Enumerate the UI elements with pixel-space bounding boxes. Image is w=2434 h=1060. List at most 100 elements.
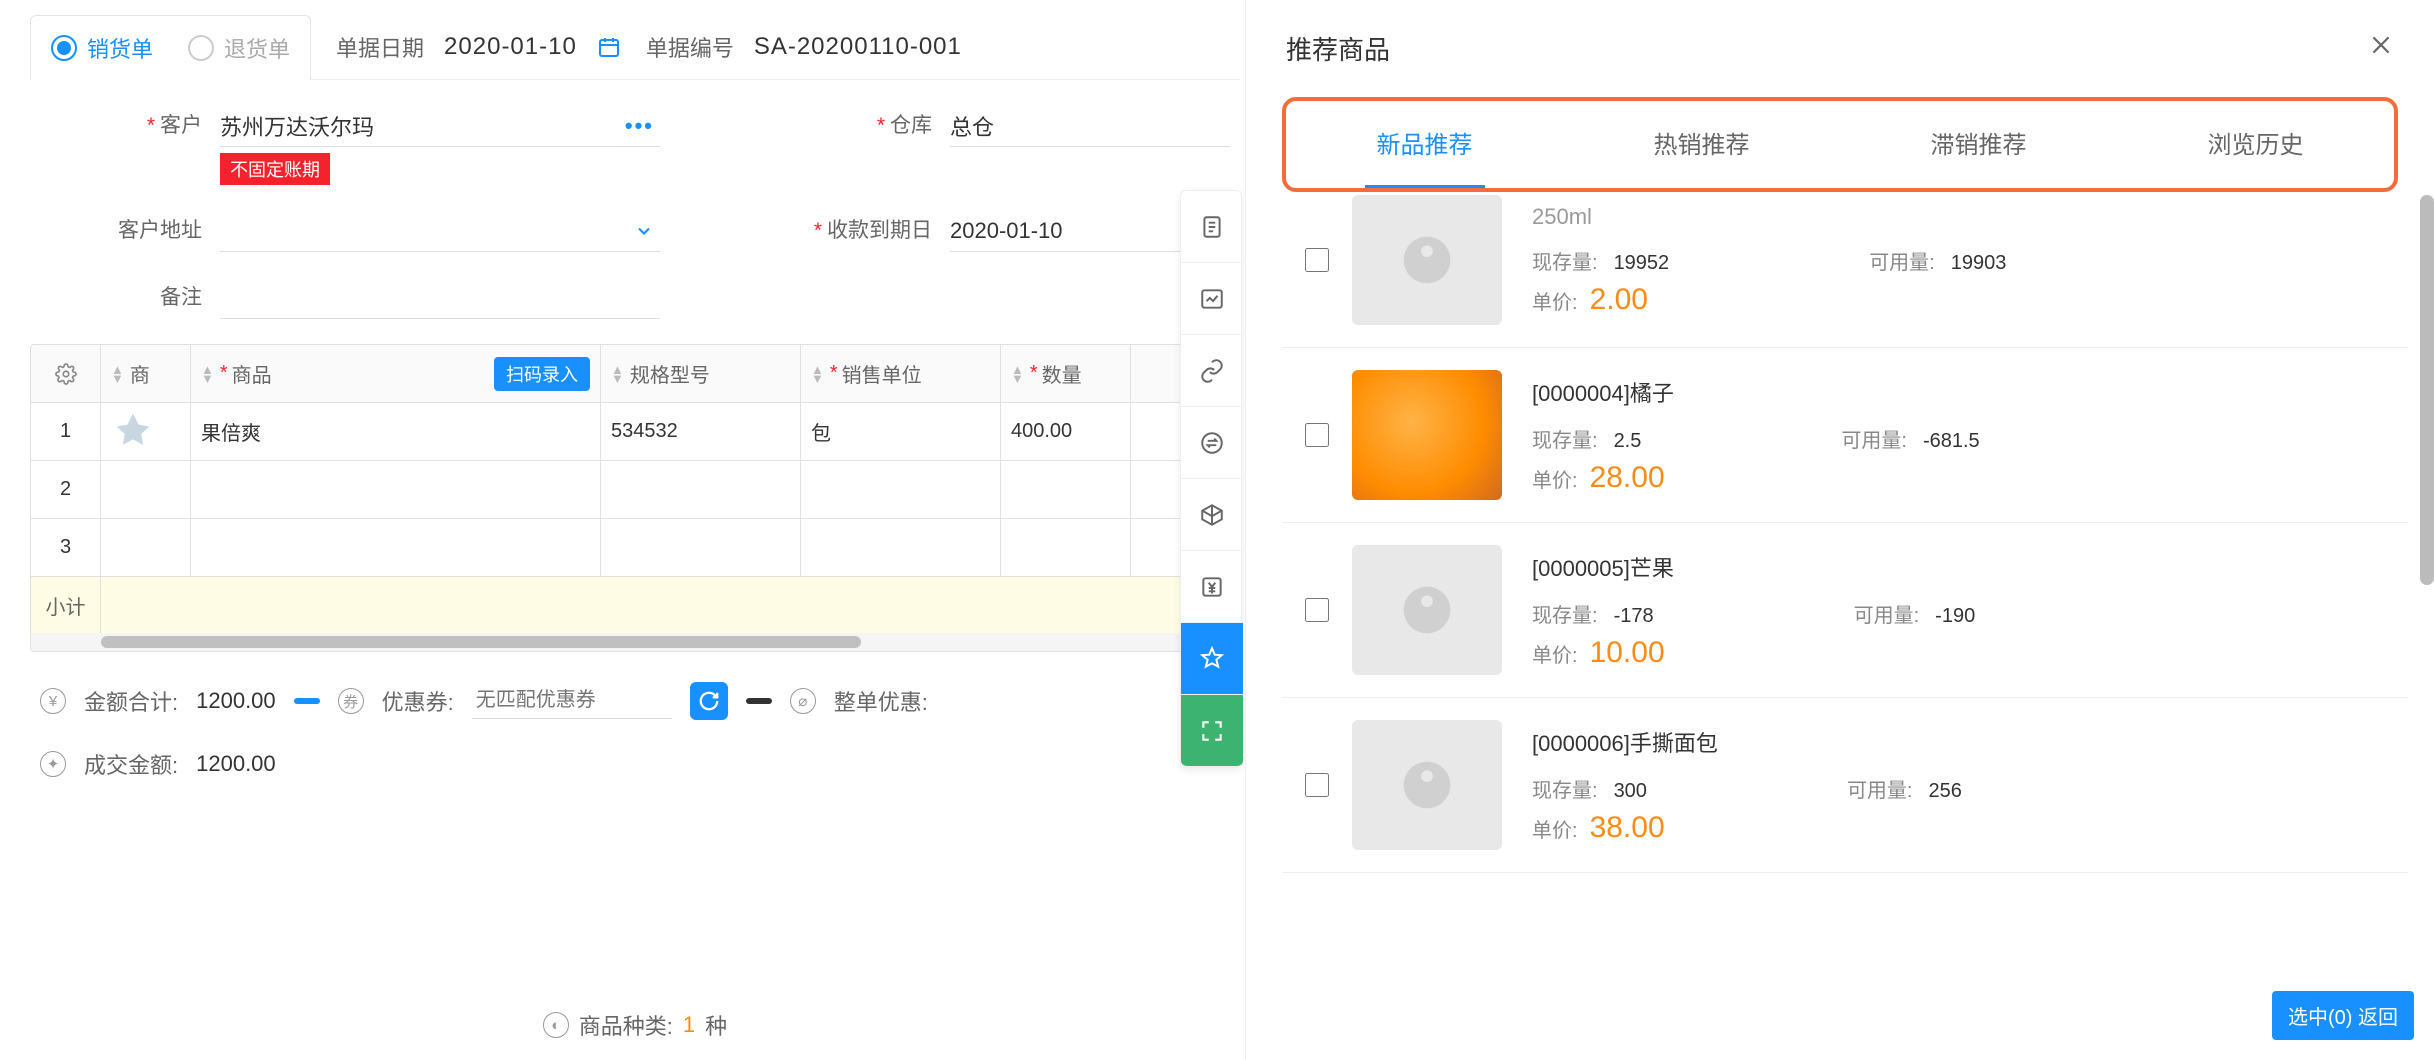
recommend-tabs-highlight: 新品推荐 热销推荐 滞销推荐 浏览历史 <box>1282 97 2398 192</box>
customer-field[interactable]: 苏州万达沃尔玛 ••• <box>220 105 660 147</box>
sum-label: 金额合计: <box>84 685 178 717</box>
exchange-icon <box>1199 430 1225 456</box>
tab-label: 退货单 <box>224 32 290 64</box>
selected-return-button[interactable]: 选中(0) 返回 <box>2272 991 2414 1040</box>
rail-expand-button[interactable] <box>1181 695 1243 767</box>
doc-no-meta: 单据编号 SA-20200110-001 <box>646 31 962 63</box>
vertical-scrollbar[interactable] <box>2420 195 2434 585</box>
row-index: 2 <box>31 461 101 518</box>
recommend-tabs: 新品推荐 热销推荐 滞销推荐 浏览历史 <box>1286 107 2394 182</box>
avail-label: 可用量: <box>1847 780 1913 802</box>
ellipsis-icon[interactable]: ••• <box>625 113 654 139</box>
col-qty[interactable]: ▲▼*数量 <box>1001 345 1131 402</box>
col-image[interactable]: ▲▼商 <box>101 345 191 402</box>
list-item[interactable]: [0000006]手撕面包 现存量:300 可用量:256 单价:38.00 <box>1282 698 2408 873</box>
close-button[interactable] <box>2368 32 2394 66</box>
row-spec[interactable] <box>601 461 801 518</box>
header-row: 销货单 退货单 单据日期 2020-01-10 单据编号 SA-20200110… <box>30 15 1240 80</box>
rail-box-button[interactable] <box>1181 479 1243 551</box>
bottom-summary: ◐ 商品种类: 1 种 <box>30 995 1240 1055</box>
notes-icon <box>1199 214 1225 240</box>
deal-icon: ✦ <box>40 751 66 777</box>
item-checkbox[interactable] <box>1305 423 1329 447</box>
recommend-list[interactable]: 250ml 现存量:19952 可用量:19903 单价:2.00 [00000… <box>1282 195 2408 1020</box>
row-product[interactable]: 果倍爽 <box>191 403 601 460</box>
price-label: 单价: <box>1532 470 1578 492</box>
placeholder-icon <box>1392 575 1462 645</box>
rail-star-button[interactable] <box>1181 623 1243 695</box>
rail-notes-button[interactable] <box>1181 191 1243 263</box>
item-name: [0000005]芒果 <box>1532 551 2408 583</box>
sort-icon: ▲▼ <box>811 365 824 383</box>
coupon-input[interactable] <box>472 683 672 719</box>
list-item[interactable]: [0000005]芒果 现存量:-178 可用量:-190 单价:10.00 <box>1282 523 2408 698</box>
item-name: [0000006]手撕面包 <box>1532 726 2408 758</box>
row-qty[interactable]: 400.00 <box>1001 403 1131 460</box>
placeholder-icon <box>1392 225 1462 295</box>
table-row[interactable]: 3 <box>31 519 1239 577</box>
list-item[interactable]: [0000004]橘子 现存量:2.5 可用量:-681.5 单价:28.00 <box>1282 348 2408 523</box>
horizontal-scrollbar[interactable] <box>31 633 1239 651</box>
col-spec[interactable]: ▲▼规格型号 <box>601 345 801 402</box>
table-row[interactable]: 2 <box>31 461 1239 519</box>
price-label: 单价: <box>1532 645 1578 667</box>
row-unit[interactable] <box>801 519 1001 576</box>
row-qty[interactable] <box>1001 461 1131 518</box>
row-unit[interactable]: 包 <box>801 403 1001 460</box>
refresh-coupon-button[interactable] <box>690 682 728 720</box>
row-product[interactable] <box>191 461 601 518</box>
col-product[interactable]: ▲▼*商品 扫码录入 <box>191 345 601 402</box>
address-field[interactable] <box>220 210 660 252</box>
customer-label: *客户 <box>50 105 220 147</box>
avail-label: 可用量: <box>1869 252 1935 274</box>
col-unit[interactable]: ▲▼*销售单位 <box>801 345 1001 402</box>
tab-return-order[interactable]: 退货单 <box>188 32 290 64</box>
row-image[interactable] <box>101 461 191 518</box>
subtotal-row: 小计 <box>31 577 1239 633</box>
rail-chart-button[interactable] <box>1181 263 1243 335</box>
row-unit[interactable] <box>801 461 1001 518</box>
item-thumb <box>1352 370 1502 500</box>
form-area: *客户 苏州万达沃尔玛 ••• 不固定账期 *仓库 总仓 客户地址 *收款到期日… <box>30 80 1240 319</box>
item-checkbox[interactable] <box>1305 248 1329 272</box>
item-checkbox[interactable] <box>1305 773 1329 797</box>
tab-browse-history[interactable]: 浏览历史 <box>2117 107 2394 182</box>
coupon-icon: 券 <box>338 688 364 714</box>
list-item[interactable]: 250ml 现存量:19952 可用量:19903 单价:2.00 <box>1282 195 2408 348</box>
remark-field[interactable] <box>220 277 660 319</box>
price-value: 38.00 <box>1590 811 1665 844</box>
row-image[interactable] <box>101 403 191 460</box>
panel-header: 推荐商品 <box>1246 0 2434 87</box>
doc-date-value[interactable]: 2020-01-10 <box>444 33 577 61</box>
item-name: [0000004]橘子 <box>1532 376 2408 408</box>
whole-disc-label: 整单优惠: <box>834 685 928 717</box>
row-image[interactable] <box>101 519 191 576</box>
item-checkbox[interactable] <box>1305 598 1329 622</box>
col-settings[interactable] <box>31 345 101 402</box>
scan-input-button[interactable]: 扫码录入 <box>494 357 590 391</box>
item-info: [0000005]芒果 现存量:-178 可用量:-190 单价:10.00 <box>1532 551 2408 670</box>
price-value: 2.00 <box>1590 283 1648 316</box>
row-product[interactable] <box>191 519 601 576</box>
discount-icon: ⌀ <box>790 688 816 714</box>
sort-icon: ▲▼ <box>201 365 214 383</box>
rail-exchange-button[interactable] <box>1181 407 1243 479</box>
row-qty[interactable] <box>1001 519 1131 576</box>
tab-sale-order[interactable]: 销货单 <box>51 32 153 64</box>
table-row[interactable]: 1 果倍爽 534532 包 400.00 <box>31 403 1239 461</box>
tab-hot-recommend[interactable]: 热销推荐 <box>1563 107 1840 182</box>
doc-date-label: 单据日期 <box>336 31 424 63</box>
tab-new-recommend[interactable]: 新品推荐 <box>1286 107 1563 182</box>
warehouse-field[interactable]: 总仓 <box>950 105 1230 147</box>
kinds-value: 1 <box>683 1012 695 1038</box>
rail-currency-button[interactable] <box>1181 551 1243 623</box>
avail-value: -681.5 <box>1923 430 1980 452</box>
chevron-down-icon[interactable] <box>634 221 654 241</box>
row-spec[interactable] <box>601 519 801 576</box>
rail-link-button[interactable] <box>1181 335 1243 407</box>
avail-label: 可用量: <box>1841 430 1907 452</box>
tab-slow-recommend[interactable]: 滞销推荐 <box>1840 107 2117 182</box>
scrollbar-thumb[interactable] <box>101 636 861 648</box>
calendar-icon[interactable] <box>597 35 621 59</box>
row-spec[interactable]: 534532 <box>601 403 801 460</box>
